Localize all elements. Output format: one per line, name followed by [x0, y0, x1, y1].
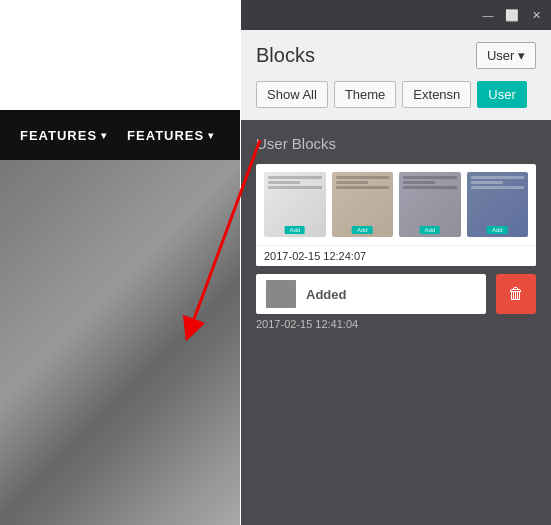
- block-thumb-4[interactable]: Add: [467, 172, 529, 237]
- block-thumb-1[interactable]: Add: [264, 172, 326, 237]
- title-bar: — ⬜ ✕: [241, 0, 551, 30]
- trash-icon: 🗑: [508, 285, 524, 303]
- maximize-button[interactable]: ⬜: [505, 8, 519, 22]
- block-thumb-btn-2[interactable]: Add: [352, 226, 373, 234]
- filter-tabs: Show All Theme Extensn User: [241, 81, 551, 120]
- tab-extension[interactable]: Extensn: [402, 81, 471, 108]
- nav-features-2: FEATURES: [127, 128, 214, 143]
- panel-header: Blocks User ▾: [241, 30, 551, 81]
- timestamp-row-2: 2017-02-15 12:41:04: [256, 318, 536, 330]
- block-thumb-btn-1[interactable]: Add: [284, 226, 305, 234]
- block-grid: Add Add Add: [256, 164, 536, 245]
- block-preview-container: Add Add Add: [256, 164, 536, 266]
- minimize-button[interactable]: —: [481, 8, 495, 22]
- tab-theme[interactable]: Theme: [334, 81, 396, 108]
- panel-title: Blocks: [256, 44, 315, 67]
- delete-button[interactable]: 🗑: [496, 274, 536, 314]
- timestamp-row-1: 2017-02-15 12:24:07: [256, 245, 536, 266]
- tab-show-all[interactable]: Show All: [256, 81, 328, 108]
- section-title: User Blocks: [256, 135, 536, 152]
- block-thumb-btn-4[interactable]: Add: [487, 226, 508, 234]
- added-block-thumbnail: [266, 280, 296, 308]
- added-label: Added: [306, 287, 346, 302]
- nav-features-1: FEATURES: [20, 128, 107, 143]
- tab-user[interactable]: User: [477, 81, 526, 108]
- blocks-panel: — ⬜ ✕ Blocks User ▾ Show All Theme Exten…: [241, 0, 551, 525]
- block-thumb-btn-3[interactable]: Add: [419, 226, 440, 234]
- background-image: [0, 160, 240, 525]
- background-nav: FEATURES FEATURES: [0, 110, 240, 160]
- close-button[interactable]: ✕: [529, 8, 543, 22]
- added-block-row: Added 🗑: [256, 274, 536, 314]
- block-thumb-3[interactable]: Add: [399, 172, 461, 237]
- panel-content: User Blocks Add: [241, 120, 551, 525]
- block-thumb-2[interactable]: Add: [332, 172, 394, 237]
- added-block-preview: Added: [256, 274, 486, 314]
- user-dropdown[interactable]: User ▾: [476, 42, 536, 69]
